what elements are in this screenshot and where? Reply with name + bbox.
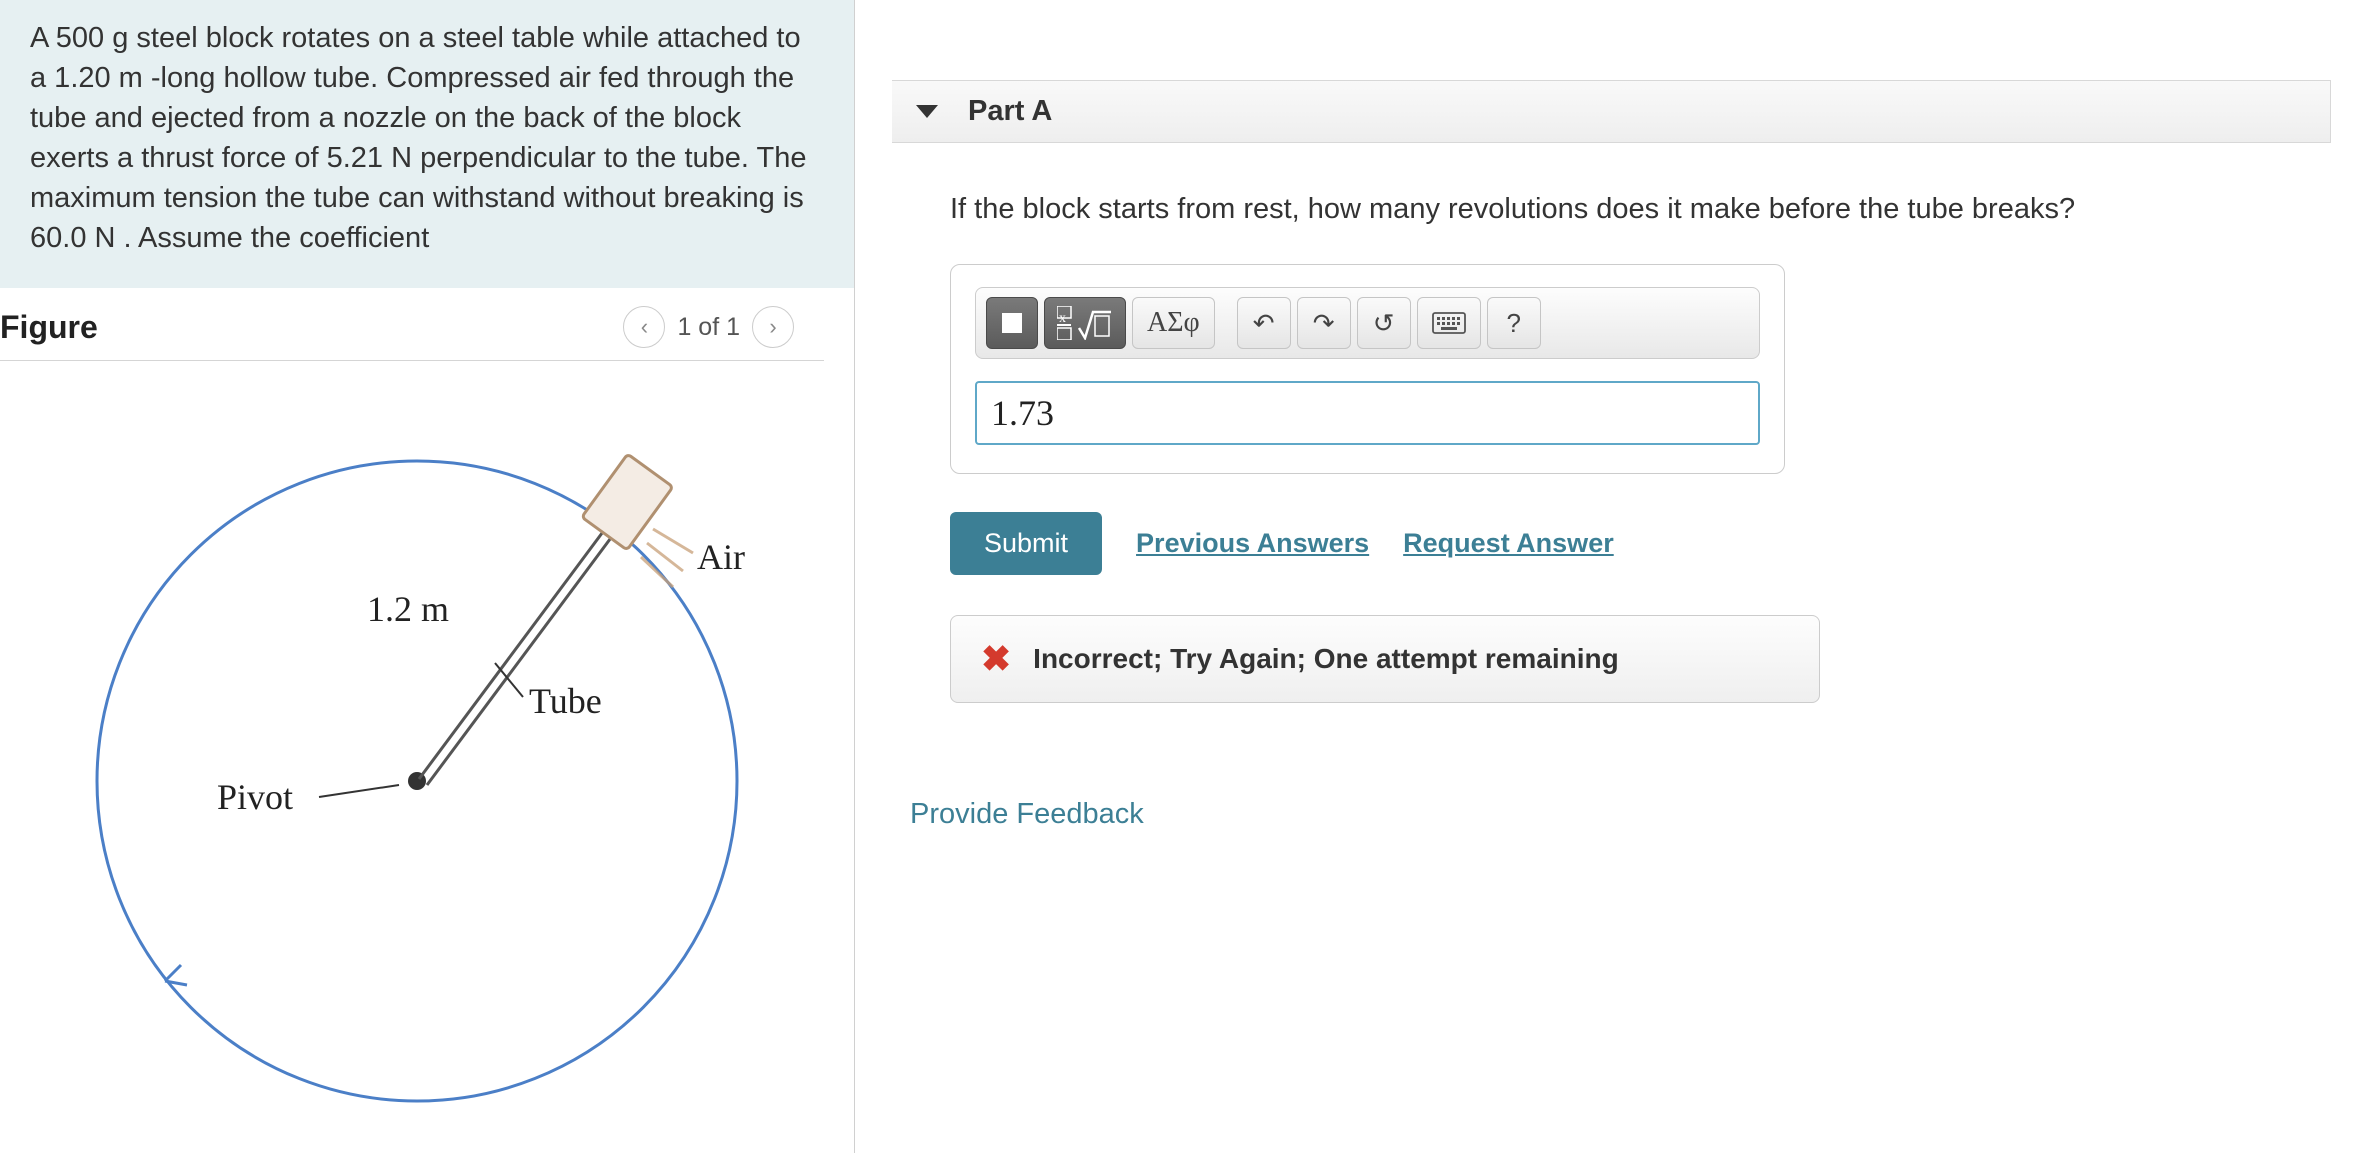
fraction-sqrt-icon: x bbox=[1057, 306, 1113, 340]
reset-button[interactable]: ↺ bbox=[1357, 297, 1411, 349]
left-panel: A 500 g steel block rotates on a steel t… bbox=[0, 0, 855, 1153]
answer-area: x ΑΣφ ↶ ↷ ↺ bbox=[950, 264, 1785, 474]
problem-text: A 500 g steel block rotates on a steel t… bbox=[30, 22, 806, 254]
undo-icon: ↶ bbox=[1253, 308, 1275, 339]
caret-down-icon bbox=[916, 105, 938, 118]
provide-feedback-link[interactable]: Provide Feedback bbox=[910, 798, 2313, 831]
figure-next-button[interactable]: › bbox=[752, 306, 794, 348]
right-panel: Part A If the block starts from rest, ho… bbox=[855, 0, 2368, 1153]
part-title: Part A bbox=[968, 95, 1052, 128]
request-answer-link[interactable]: Request Answer bbox=[1403, 528, 1614, 559]
rect-icon bbox=[999, 310, 1025, 336]
redo-icon: ↷ bbox=[1313, 308, 1335, 339]
undo-button[interactable]: ↶ bbox=[1237, 297, 1291, 349]
greek-label: ΑΣφ bbox=[1147, 307, 1200, 339]
label-tube: Tube bbox=[529, 681, 602, 721]
chevron-right-icon: › bbox=[769, 314, 776, 340]
part-header[interactable]: Part A bbox=[892, 80, 2331, 143]
figure-diagram: Air 1.2 m Tube Pivot bbox=[47, 401, 767, 1121]
feedback-box: ✖ Incorrect; Try Again; One attempt rema… bbox=[950, 615, 1820, 703]
keyboard-button[interactable] bbox=[1417, 297, 1481, 349]
label-air: Air bbox=[697, 537, 745, 577]
template-rect-button[interactable] bbox=[986, 297, 1038, 349]
help-button[interactable]: ? bbox=[1487, 297, 1541, 349]
problem-statement: A 500 g steel block rotates on a steel t… bbox=[0, 0, 854, 288]
greek-letters-button[interactable]: ΑΣφ bbox=[1132, 297, 1215, 349]
previous-answers-link[interactable]: Previous Answers bbox=[1136, 528, 1369, 559]
figure-prev-button[interactable]: ‹ bbox=[623, 306, 665, 348]
help-icon: ? bbox=[1506, 308, 1520, 339]
redo-button[interactable]: ↷ bbox=[1297, 297, 1351, 349]
action-row: Submit Previous Answers Request Answer bbox=[950, 512, 2313, 575]
submit-button[interactable]: Submit bbox=[950, 512, 1102, 575]
figure-header: Figure ‹ 1 of 1 › bbox=[0, 288, 824, 361]
feedback-text: Incorrect; Try Again; One attempt remain… bbox=[1033, 643, 1619, 675]
chevron-left-icon: ‹ bbox=[641, 314, 648, 340]
keyboard-icon bbox=[1432, 312, 1466, 334]
figure-counter: 1 of 1 bbox=[677, 313, 740, 342]
label-length: 1.2 m bbox=[367, 589, 449, 629]
figure-body: Air 1.2 m Tube Pivot bbox=[0, 361, 854, 1121]
label-pivot: Pivot bbox=[217, 777, 293, 817]
answer-input[interactable] bbox=[975, 381, 1760, 445]
figure-title: Figure bbox=[0, 309, 98, 346]
equation-toolbar: x ΑΣφ ↶ ↷ ↺ bbox=[975, 287, 1760, 359]
template-fraction-sqrt-button[interactable]: x bbox=[1044, 297, 1126, 349]
question-text: If the block starts from rest, how many … bbox=[950, 193, 2313, 226]
incorrect-x-icon: ✖ bbox=[981, 638, 1011, 680]
reset-icon: ↺ bbox=[1373, 308, 1395, 339]
figure-nav: ‹ 1 of 1 › bbox=[623, 306, 794, 348]
